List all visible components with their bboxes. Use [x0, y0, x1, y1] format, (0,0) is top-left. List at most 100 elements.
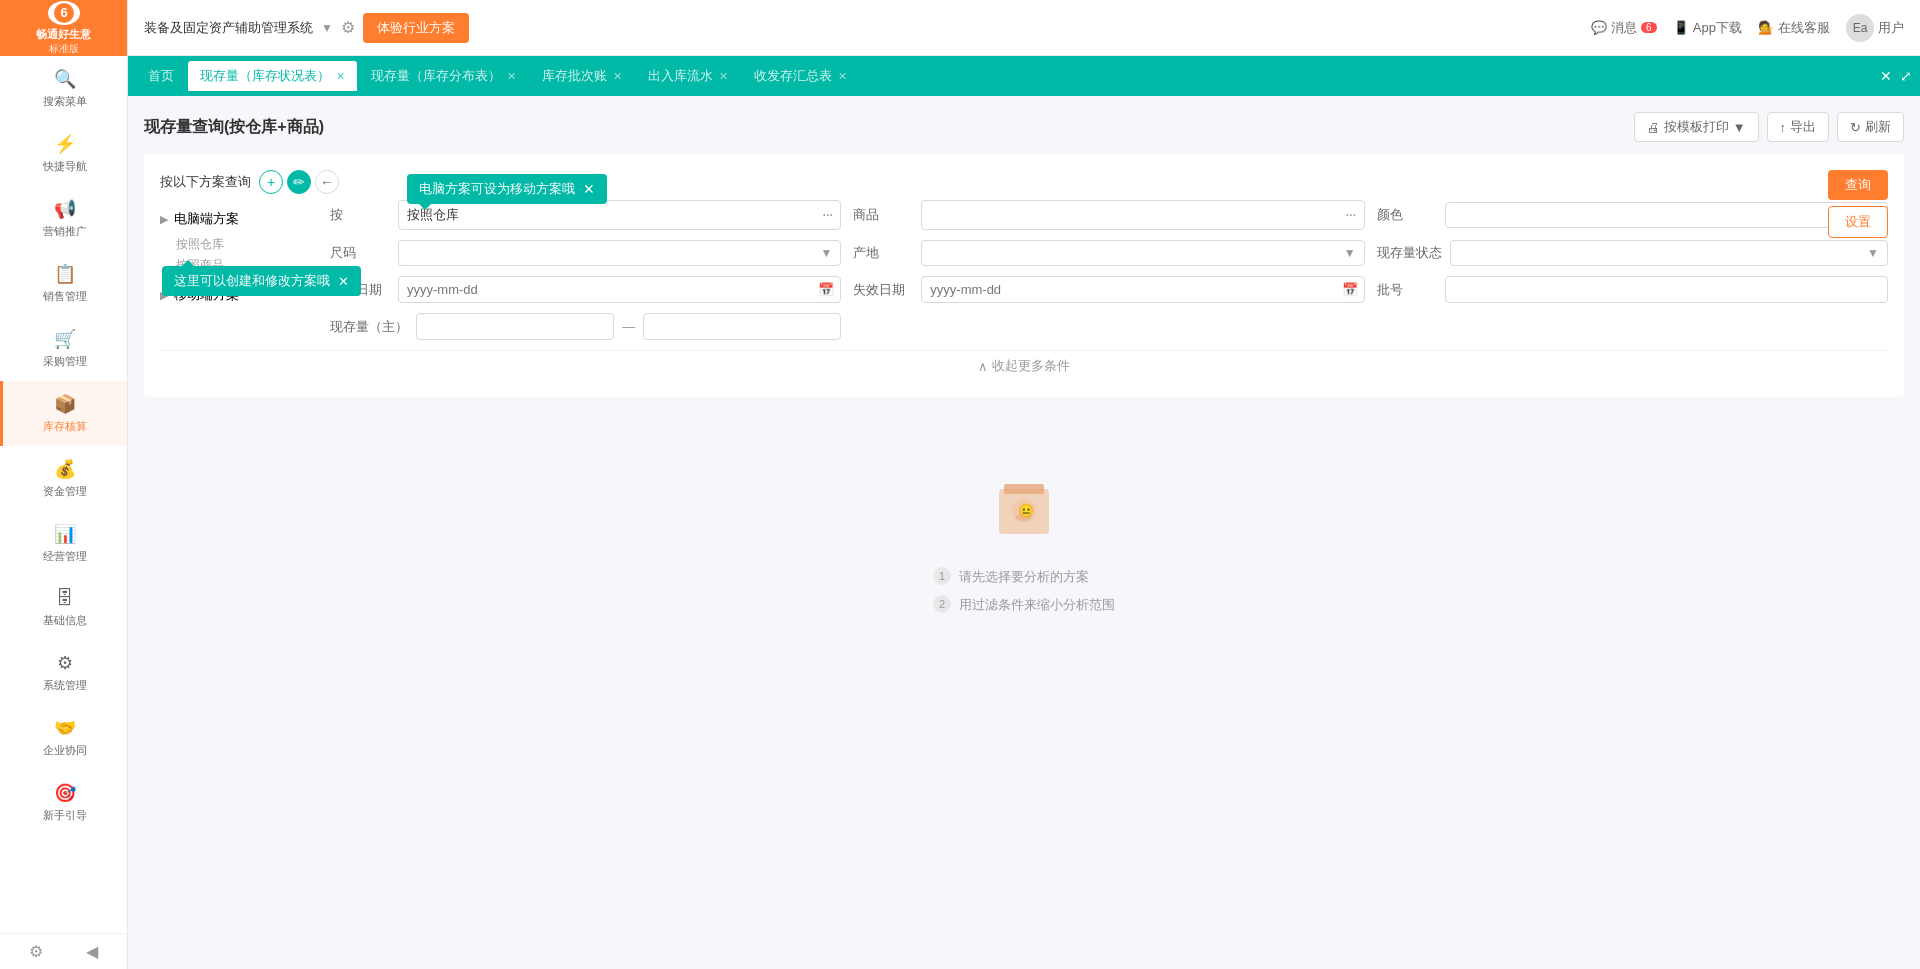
system-icon: ⚙	[57, 652, 73, 674]
tab-inout-flow[interactable]: 出入库流水 ✕	[636, 61, 740, 91]
stock-amount-max-input[interactable]	[643, 313, 841, 340]
sidebar-item-marketing[interactable]: 📢 营销推广	[0, 186, 127, 251]
search-btn[interactable]: 查询	[1828, 170, 1888, 200]
logo-text: 畅通好生意	[36, 27, 91, 42]
refresh-label: 刷新	[1865, 118, 1891, 136]
back-scheme-btn[interactable]: ←	[315, 170, 339, 194]
basic-icon: 🗄	[56, 588, 74, 609]
message-item[interactable]: 💬 消息 6	[1591, 19, 1657, 37]
purchase-icon: 🛒	[54, 328, 76, 350]
export-icon: ↑	[1780, 120, 1787, 135]
header: 装备及固定资产辅助管理系统 ▼ ⚙ 体验行业方案 💬 消息 6 📱 App下载 …	[128, 0, 1920, 56]
svg-text:6: 6	[60, 5, 67, 20]
sidebar-item-label: 库存核算	[43, 419, 87, 434]
print-label: 按模板打印	[1664, 118, 1729, 136]
tab-expand-icon[interactable]: ⤢	[1900, 68, 1912, 84]
header-left: 装备及固定资产辅助管理系统 ▼ ⚙ 体验行业方案	[144, 13, 469, 43]
step1-num: 1	[933, 567, 951, 585]
message-badge: 6	[1641, 22, 1657, 33]
collapse-sidebar-icon[interactable]: ◀	[86, 942, 98, 961]
sidebar-nav: 🔍 搜索菜单 ⚡ 快捷导航 📢 营销推广 📋 销售管理 🛒 采购管理 📦 库存核…	[0, 56, 127, 933]
print-btn[interactable]: 🖨 按模板打印 ▼	[1634, 112, 1759, 142]
sales-icon: 📋	[54, 263, 76, 285]
operation-icon: 📊	[54, 523, 76, 545]
desktop-scheme-item[interactable]: ▶ 电脑端方案	[160, 206, 320, 232]
user-item[interactable]: Ea 用户	[1846, 14, 1904, 42]
header-settings-icon[interactable]: ⚙	[341, 18, 355, 37]
system-title-dropdown[interactable]: ▼	[321, 21, 333, 35]
page-actions: 🖨 按模板打印 ▼ ↑ 导出 ↻ 刷新	[1634, 112, 1904, 142]
tab-receive-summary-close[interactable]: ✕	[838, 70, 847, 83]
support-label: 在线客服	[1778, 19, 1830, 37]
tab-stock-status[interactable]: 现存量（库存状况表） ✕	[188, 61, 357, 91]
sidebar-item-label: 销售管理	[43, 289, 87, 304]
add-scheme-btn[interactable]: +	[259, 170, 283, 194]
tab-batch-account[interactable]: 库存批次账 ✕	[530, 61, 634, 91]
newbie-icon: 🎯	[54, 782, 76, 804]
filter-panel: 按以下方案查询 + ✏ ← 电脑方案可设为移动方案哦 ✕	[144, 154, 1904, 397]
sidebar-item-label: 采购管理	[43, 354, 87, 369]
export-btn[interactable]: ↑ 导出	[1767, 112, 1830, 142]
tab-close-all-icon[interactable]: ✕	[1880, 68, 1892, 84]
sidebar-item-finance[interactable]: 💰 资金管理	[0, 446, 127, 511]
tab-inout-flow-close[interactable]: ✕	[719, 70, 728, 83]
stock-amount-min-input[interactable]	[416, 313, 614, 340]
empty-step-2: 2 用过滤条件来缩小分析范围	[933, 593, 1115, 617]
tab-stock-dist-label: 现存量（库存分布表）	[371, 67, 501, 85]
support-item[interactable]: 💁 在线客服	[1758, 19, 1830, 37]
scheme-tooltip-bubble: 电脑方案可设为移动方案哦 ✕	[407, 174, 607, 204]
sidebar-item-operation[interactable]: 📊 经营管理	[0, 511, 127, 576]
sidebar-item-guide[interactable]: ⚡ 快捷导航	[0, 121, 127, 186]
sidebar-item-system[interactable]: ⚙ 系统管理	[0, 640, 127, 705]
sidebar-logo: 6 畅通好生意 标准版	[0, 0, 127, 56]
sidebar-item-enterprise[interactable]: 🤝 企业协同	[0, 705, 127, 770]
scheme-tooltip-close[interactable]: ✕	[583, 181, 595, 197]
inventory-icon: 📦	[54, 393, 76, 415]
tab-home[interactable]: 首页	[136, 61, 186, 91]
settings-bottom-icon[interactable]: ⚙	[29, 942, 43, 961]
step2-text: 用过滤条件来缩小分析范围	[959, 593, 1115, 617]
sidebar-item-search[interactable]: 🔍 搜索菜单	[0, 56, 127, 121]
user-label: 用户	[1878, 19, 1904, 37]
sidebar-item-label: 新手引导	[43, 808, 87, 823]
sidebar-item-basic[interactable]: 🗄 基础信息	[0, 576, 127, 640]
tab-batch-account-label: 库存批次账	[542, 67, 607, 85]
edit-scheme-btn[interactable]: ✏	[287, 170, 311, 194]
empty-step-1: 1 请先选择要分析的方案	[933, 565, 1115, 589]
enterprise-icon: 🤝	[54, 717, 76, 739]
range-separator: —	[622, 319, 635, 334]
refresh-btn[interactable]: ↻ 刷新	[1837, 112, 1904, 142]
logo-sub: 标准版	[49, 42, 79, 56]
tab-receive-summary[interactable]: 收发存汇总表 ✕	[742, 61, 859, 91]
tab-bar: 首页 现存量（库存状况表） ✕ 现存量（库存分布表） ✕ 库存批次账 ✕ 出入库…	[128, 56, 1920, 96]
tab-stock-dist[interactable]: 现存量（库存分布表） ✕	[359, 61, 528, 91]
print-icon: 🖨	[1647, 120, 1660, 135]
stock-amount-label: 现存量（主）	[330, 318, 408, 336]
filter-title: 按以下方案查询	[160, 173, 251, 191]
collapse-btn[interactable]: ∧ 收起更多条件	[160, 350, 1888, 381]
page-title: 现存量查询(按仓库+商品)	[144, 117, 324, 138]
tab-stock-status-close[interactable]: ✕	[336, 70, 345, 83]
tab-batch-account-close[interactable]: ✕	[613, 70, 622, 83]
export-label: 导出	[1790, 118, 1816, 136]
tab-home-label: 首页	[148, 67, 174, 85]
filter-header: 按以下方案查询 + ✏ ← 电脑方案可设为移动方案哦 ✕	[160, 170, 1888, 194]
collapse-arrow-icon: ∧	[978, 359, 988, 374]
scheme-tooltip-text: 电脑方案可设为移动方案哦	[419, 180, 575, 198]
tab-stock-dist-close[interactable]: ✕	[507, 70, 516, 83]
phone-icon: 📱	[1673, 20, 1689, 35]
trial-btn[interactable]: 体验行业方案	[363, 13, 469, 43]
sidebar-item-inventory[interactable]: 📦 库存核算	[0, 381, 127, 446]
filter-icon-actions: + ✏ ←	[259, 170, 339, 194]
edit-tooltip-close[interactable]: ✕	[338, 274, 349, 289]
marketing-icon: 📢	[54, 198, 76, 220]
app-download-item[interactable]: 📱 App下载	[1673, 19, 1742, 37]
reset-btn[interactable]: 设置	[1828, 206, 1888, 238]
tab-receive-summary-label: 收发存汇总表	[754, 67, 832, 85]
desktop-scheme-label: 电脑端方案	[174, 210, 239, 228]
sidebar-item-sales[interactable]: 📋 销售管理	[0, 251, 127, 316]
filter-btn-group: 查询 设置	[1828, 170, 1888, 238]
tab-stock-status-label: 现存量（库存状况表）	[200, 67, 330, 85]
sidebar-item-newbie[interactable]: 🎯 新手引导	[0, 770, 127, 835]
sidebar-item-purchase[interactable]: 🛒 采购管理	[0, 316, 127, 381]
